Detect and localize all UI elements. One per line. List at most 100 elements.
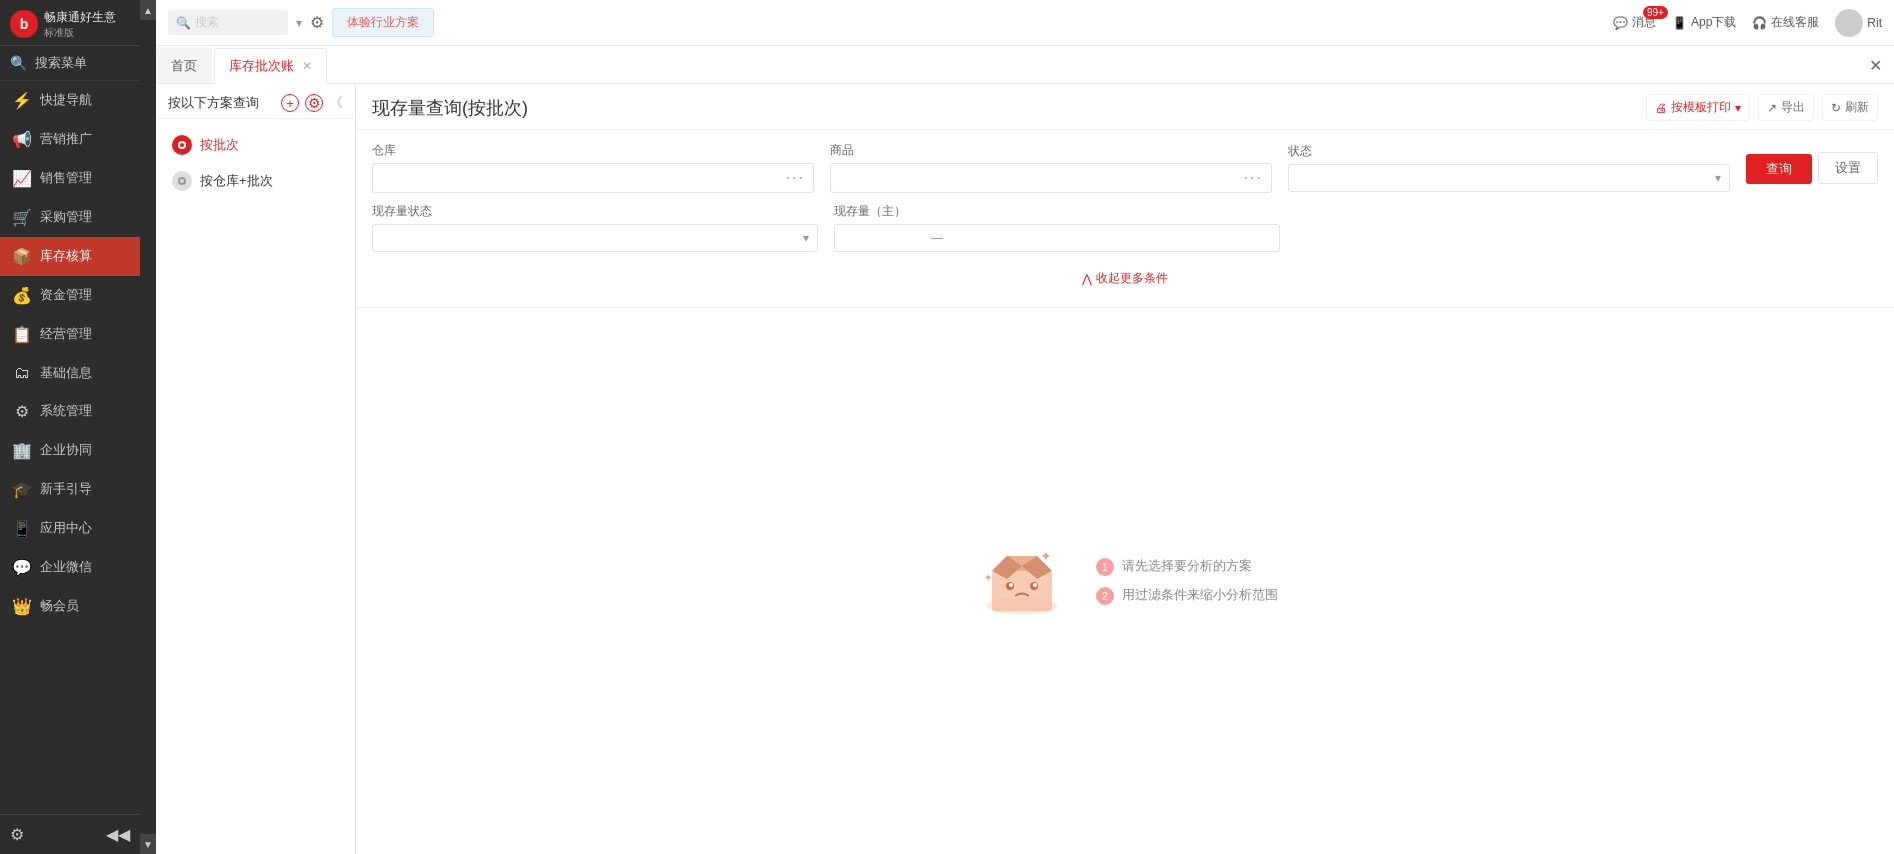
- scroll-down-btn[interactable]: ▼: [140, 834, 156, 854]
- member-icon: 👑: [12, 597, 32, 616]
- filter-row-1: 仓库 ··· 商品 ··· 状态: [372, 142, 1878, 193]
- inventory-icon: 📦: [12, 247, 32, 266]
- inventory-status-select[interactable]: ▾: [372, 224, 818, 252]
- sales-icon: 📈: [12, 169, 32, 188]
- sidebar-header: b 畅康通好生意 标准版: [0, 0, 140, 46]
- svg-point-1: [180, 143, 184, 147]
- inventory-qty-field: 现存量（主） —: [834, 203, 1280, 252]
- tabs-bar: 首页 库存批次账 ✕ ✕: [156, 46, 1894, 84]
- refresh-btn[interactable]: ↻ 刷新: [1822, 94, 1878, 121]
- empty-tips: 1 请先选择要分析的方案 2 用过滤条件来缩小分析范围: [1096, 557, 1278, 605]
- sidebar-item-sales[interactable]: 📈 销售管理: [0, 159, 140, 198]
- svg-point-8: [1009, 583, 1013, 587]
- sidebar-item-wechat[interactable]: 💬 企业微信: [0, 548, 140, 587]
- search-icon: 🔍: [10, 55, 27, 71]
- quick-nav-icon: ⚡: [12, 91, 32, 110]
- app-download-btn[interactable]: 📱 App下载: [1672, 14, 1736, 31]
- page-title-row: 现存量查询(按批次) 🖨 按模板打印 ▾ ↗ 导出 ↻ 刷新: [356, 84, 1894, 130]
- warehouse-input[interactable]: ···: [372, 163, 814, 193]
- query-btn[interactable]: 查询: [1746, 154, 1812, 184]
- left-panel-header: 按以下方案查询 + ⚙ 《: [156, 84, 355, 119]
- sidebar: b 畅康通好生意 标准版 🔍 搜索菜单 ⚡ 快捷导航 📢 营销推广 📈 销售管理…: [0, 0, 140, 854]
- tab-batch-account[interactable]: 库存批次账 ✕: [214, 48, 327, 84]
- plan-item-by-warehouse-batch[interactable]: 按仓库+批次: [156, 163, 355, 199]
- brand-name: 畅康通好生意 标准版: [44, 10, 116, 39]
- plan-settings-btn[interactable]: ⚙: [305, 94, 323, 112]
- product-input[interactable]: ···: [830, 163, 1272, 193]
- refresh-icon: ↻: [1831, 101, 1841, 115]
- content-area: 按以下方案查询 + ⚙ 《 按批次 按仓库: [156, 84, 1894, 854]
- left-panel: 按以下方案查询 + ⚙ 《 按批次 按仓库: [156, 84, 356, 854]
- topbar-right: 💬 消息 99+ 📱 App下载 🎧 在线客服 Rit: [1613, 9, 1882, 37]
- main-area: 🔍 搜索 ▾ ⚙ 体验行业方案 💬 消息 99+ 📱 App下载 🎧 在线客服 …: [156, 0, 1894, 854]
- online-service-btn[interactable]: 🎧 在线客服: [1752, 14, 1819, 31]
- sidebar-footer: ⚙ ◀◀: [0, 814, 140, 854]
- sidebar-item-operations[interactable]: 📋 经营管理: [0, 315, 140, 354]
- qty-max-input[interactable]: [951, 231, 1031, 245]
- status-chevron: ▾: [1715, 171, 1721, 185]
- empty-state: ✦ ✦ 1 请先选择要分析的方案 2 用过滤条件来缩小分析范围: [356, 308, 1894, 854]
- tab-home[interactable]: 首页: [156, 47, 212, 83]
- sidebar-nav: ⚡ 快捷导航 📢 营销推广 📈 销售管理 🛒 采购管理 📦 库存核算 💰 资金管…: [0, 81, 140, 814]
- enterprise-icon: 🏢: [12, 441, 32, 460]
- left-panel-body: 按批次 按仓库+批次: [156, 119, 355, 854]
- right-panel: 现存量查询(按批次) 🖨 按模板打印 ▾ ↗ 导出 ↻ 刷新: [356, 84, 1894, 854]
- collapse-up-icon: ⋀: [1082, 272, 1092, 286]
- collapse-left-panel-btn[interactable]: 《: [329, 94, 343, 112]
- basic-icon: 🗂: [12, 364, 32, 382]
- empty-illustration: ✦ ✦: [972, 531, 1072, 631]
- sidebar-item-inventory[interactable]: 📦 库存核算: [0, 237, 140, 276]
- product-field: 商品 ···: [830, 142, 1272, 193]
- headset-icon: 🎧: [1752, 16, 1767, 30]
- messages-btn[interactable]: 💬 消息 99+: [1613, 14, 1656, 31]
- sidebar-item-quick-nav[interactable]: ⚡ 快捷导航: [0, 81, 140, 120]
- collapse-more-btn[interactable]: ⋀ 收起更多条件: [372, 262, 1878, 295]
- sidebar-item-newbie[interactable]: 🎓 新手引导: [0, 470, 140, 509]
- sidebar-item-enterprise[interactable]: 🏢 企业协同: [0, 431, 140, 470]
- topbar-search-box[interactable]: 🔍 搜索: [168, 10, 288, 35]
- user-avatar-btn[interactable]: Rit: [1835, 9, 1882, 37]
- svg-rect-5: [992, 571, 1052, 611]
- operations-icon: 📋: [12, 325, 32, 344]
- plan-icon-inactive: [172, 171, 192, 191]
- app-center-icon: 📱: [12, 519, 32, 538]
- sidebar-item-finance[interactable]: 💰 资金管理: [0, 276, 140, 315]
- empty-tip-1: 1 请先选择要分析的方案: [1096, 557, 1278, 576]
- sidebar-item-basic[interactable]: 🗂 基础信息: [0, 354, 140, 392]
- printer-icon: 🖨: [1655, 101, 1667, 115]
- wechat-icon: 💬: [12, 558, 32, 577]
- topbar-search-icon: 🔍: [176, 16, 191, 30]
- sidebar-item-marketing[interactable]: 📢 营销推广: [0, 120, 140, 159]
- app-download-icon: 📱: [1672, 16, 1687, 30]
- topbar-dropdown-chevron[interactable]: ▾: [296, 16, 302, 30]
- inv-status-chevron: ▾: [803, 231, 809, 245]
- sidebar-item-member[interactable]: 👑 畅会员: [0, 587, 140, 626]
- settings-btn[interactable]: 设置: [1818, 152, 1878, 184]
- inventory-qty-range: —: [834, 224, 1280, 252]
- collapse-sidebar-btn[interactable]: ◀◀: [106, 825, 130, 844]
- system-icon: ⚙: [12, 402, 32, 421]
- settings-icon[interactable]: ⚙: [10, 825, 24, 844]
- sidebar-item-system[interactable]: ⚙ 系统管理: [0, 392, 140, 431]
- plan-item-by-batch[interactable]: 按批次: [156, 127, 355, 163]
- sidebar-search[interactable]: 🔍 搜索菜单: [0, 46, 140, 81]
- status-select[interactable]: ▾: [1288, 164, 1730, 192]
- page-actions: 🖨 按模板打印 ▾ ↗ 导出 ↻ 刷新: [1646, 94, 1878, 121]
- tab-close-btn[interactable]: ✕: [302, 59, 312, 73]
- scroll-up-btn[interactable]: ▲: [140, 0, 156, 20]
- page-title: 现存量查询(按批次): [372, 96, 528, 120]
- qty-min-input[interactable]: [843, 231, 923, 245]
- svg-point-9: [1033, 583, 1037, 587]
- export-btn[interactable]: ↗ 导出: [1758, 94, 1814, 121]
- experience-btn[interactable]: 体验行业方案: [332, 8, 434, 37]
- sidebar-item-purchase[interactable]: 🛒 采购管理: [0, 198, 140, 237]
- tabs-bar-close-btn[interactable]: ✕: [1869, 55, 1882, 74]
- avatar: [1835, 9, 1863, 37]
- warehouse-dots: ···: [786, 169, 805, 187]
- print-btn[interactable]: 🖨 按模板打印 ▾: [1646, 94, 1750, 121]
- topbar-gear-icon[interactable]: ⚙: [310, 13, 324, 32]
- print-dropdown-chevron[interactable]: ▾: [1735, 101, 1741, 115]
- finance-icon: 💰: [12, 286, 32, 305]
- add-plan-btn[interactable]: +: [281, 94, 299, 112]
- sidebar-item-app-center[interactable]: 📱 应用中心: [0, 509, 140, 548]
